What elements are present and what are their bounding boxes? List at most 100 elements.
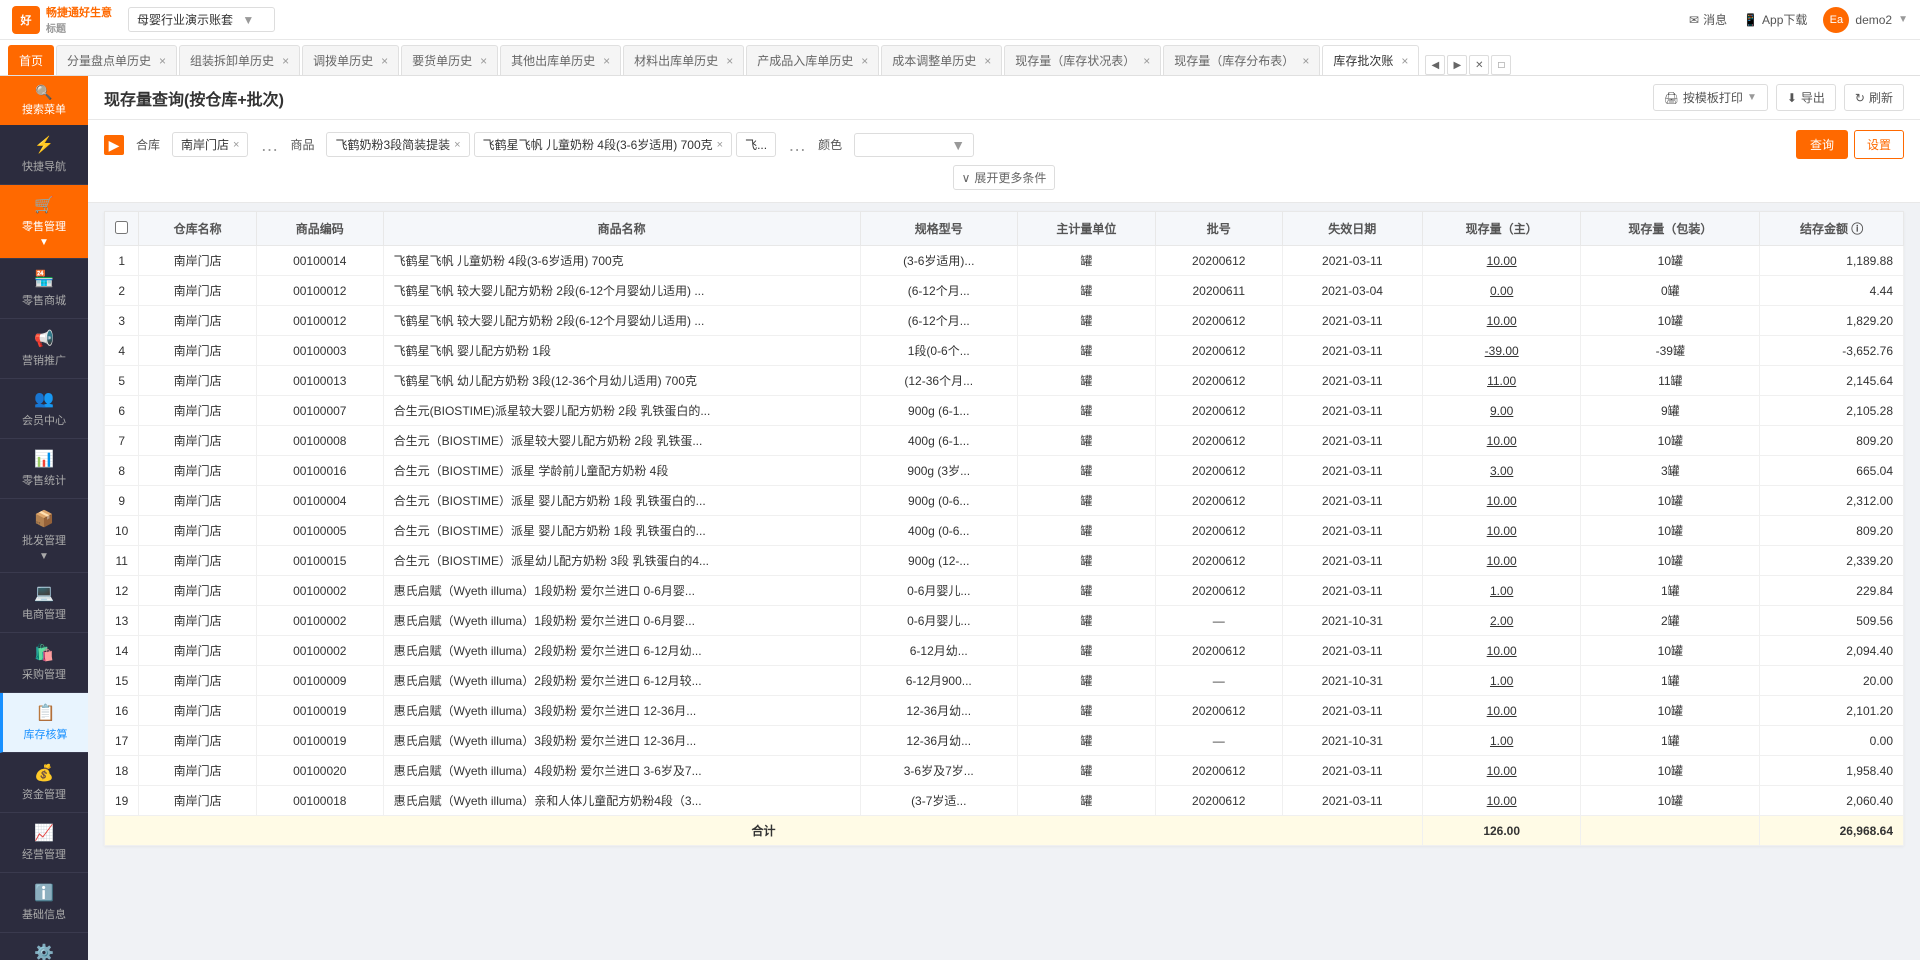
sidebar-item-member[interactable]: 👥 会员中心 xyxy=(0,379,88,439)
message-btn[interactable]: ✉ 消息 xyxy=(1689,11,1727,28)
tab-close6[interactable]: × xyxy=(861,54,868,68)
summary-qty-main: 126.00 xyxy=(1422,816,1580,846)
cell-unit: 罐 xyxy=(1017,456,1155,486)
tab-chanpin[interactable]: 产成品入库单历史 × xyxy=(746,45,879,75)
inventory-icon: 📋 xyxy=(36,703,56,723)
sidebar-item-system[interactable]: ⚙️ 系统管理 xyxy=(0,933,88,960)
sidebar-item-wholesale[interactable]: 📦 批发管理 ▼ xyxy=(0,499,88,573)
product-more[interactable]: … xyxy=(788,136,806,154)
tab-nav-right[interactable]: ▶ xyxy=(1447,55,1467,75)
tab-close2[interactable]: × xyxy=(381,54,388,68)
select-all-checkbox[interactable] xyxy=(115,221,128,234)
product-tag-2[interactable]: 飞鹤星飞帆 儿童奶粉 4段(3-6岁适用) 700克 × xyxy=(474,132,732,157)
user-area[interactable]: Ea demo2 ▼ xyxy=(1823,7,1908,33)
print-btn[interactable]: 🖨 按模板打印 ▼ xyxy=(1653,84,1768,111)
sidebar-item-stats[interactable]: 📊 零售统计 xyxy=(0,439,88,499)
cell-code: 00100019 xyxy=(256,696,383,726)
tab-close9[interactable]: × xyxy=(1302,54,1309,68)
cell-warehouse: 南岸门店 xyxy=(139,486,257,516)
cell-name: 惠氏启赋（Wyeth illuma）3段奶粉 爱尔兰进口 12-36月... xyxy=(383,696,860,726)
cell-qty-main: 0.00 xyxy=(1422,276,1580,306)
cell-name: 飞鹤星飞帆 婴儿配方奶粉 1段 xyxy=(383,336,860,366)
cell-name: 合生元（BIOSTIME）派星 婴儿配方奶粉 1段 乳铁蛋白的... xyxy=(383,516,860,546)
cell-amount: 809.20 xyxy=(1760,516,1904,546)
col-spec: 规格型号 xyxy=(860,212,1017,246)
top-bar-right: ✉ 消息 📱 App下载 Ea demo2 ▼ xyxy=(1689,7,1908,33)
tab-fenpan[interactable]: 分量盘点单历史 × xyxy=(56,45,177,75)
tab-close10[interactable]: × xyxy=(1401,54,1408,68)
filter-expand-btn[interactable]: ▶ xyxy=(104,135,124,155)
cell-expire: 2021-03-11 xyxy=(1282,246,1422,276)
sidebar-item-inventory[interactable]: 📋 库存核算 xyxy=(0,693,88,753)
refresh-btn[interactable]: ↻ 刷新 xyxy=(1844,84,1904,111)
sidebar-item-quick[interactable]: ⚡ 快捷导航 xyxy=(0,125,88,185)
cell-spec: 900g (6-1... xyxy=(860,396,1017,426)
app-download-btn[interactable]: 📱 App下载 xyxy=(1743,11,1807,28)
export-btn[interactable]: ⬇ 导出 xyxy=(1776,84,1836,111)
tab-close5[interactable]: × xyxy=(726,54,733,68)
tab-close3[interactable]: × xyxy=(480,54,487,68)
sidebar-item-finance[interactable]: 💰 资金管理 xyxy=(0,753,88,813)
tab-cailiao[interactable]: 材料出库单历史 × xyxy=(623,45,744,75)
cell-unit: 罐 xyxy=(1017,486,1155,516)
cell-spec: (3-7岁适... xyxy=(860,786,1017,816)
col-code: 商品编码 xyxy=(256,212,383,246)
cell-amount: 2,312.00 xyxy=(1760,486,1904,516)
settings-btn[interactable]: 设置 xyxy=(1854,130,1904,159)
summary-label: 合计 xyxy=(105,816,1423,846)
sidebar-item-marketing[interactable]: 📢 营销推广 xyxy=(0,319,88,379)
tab-maximize[interactable]: □ xyxy=(1491,55,1511,75)
cell-name: 合生元（BIOSTIME）派星 婴儿配方奶粉 1段 乳铁蛋白的... xyxy=(383,486,860,516)
cell-expire: 2021-03-04 xyxy=(1282,276,1422,306)
product-tag-3[interactable]: 飞... xyxy=(736,132,776,157)
warehouse-more[interactable]: … xyxy=(260,136,278,154)
logo-icon: 好 xyxy=(12,6,40,34)
row-index: 5 xyxy=(105,366,139,396)
tab-fenpan-close[interactable]: × xyxy=(159,54,166,68)
tab-close-all[interactable]: ✕ xyxy=(1469,55,1489,75)
product-tag2-close[interactable]: × xyxy=(717,139,723,151)
tab-xiancunl2[interactable]: 现存量（库存分布表） × xyxy=(1163,45,1320,75)
product-tag1-close[interactable]: × xyxy=(454,139,460,151)
sidebar-item-retail[interactable]: 🛒 零售管理 ▼ xyxy=(0,185,88,259)
query-btn[interactable]: 查询 xyxy=(1796,130,1848,159)
tab-chengben[interactable]: 成本调整单历史 × xyxy=(881,45,1002,75)
expand-conditions-btn[interactable]: ∨ 展开更多条件 xyxy=(953,165,1056,190)
industry-selector[interactable]: 母婴行业演示账套 ▼ xyxy=(128,7,275,32)
tab-close[interactable]: × xyxy=(282,54,289,68)
cell-spec: 900g (0-6... xyxy=(860,486,1017,516)
sidebar-item-mall[interactable]: 🏪 零售商城 xyxy=(0,259,88,319)
warehouse-tag-close[interactable]: × xyxy=(233,139,239,151)
sidebar-item-operation[interactable]: 📈 经营管理 xyxy=(0,813,88,873)
tab-close4[interactable]: × xyxy=(603,54,610,68)
sidebar-item-basic[interactable]: ℹ️ 基础信息 xyxy=(0,873,88,933)
warehouse-tag[interactable]: 南岸门店 × xyxy=(172,132,248,157)
sidebar-search[interactable]: 🔍 搜索菜单 xyxy=(0,76,88,125)
sidebar-item-ecom[interactable]: 💻 电商管理 xyxy=(0,573,88,633)
tab-xiancunl1[interactable]: 现存量（库存状况表） × xyxy=(1004,45,1161,75)
tab-diaopo[interactable]: 调拨单历史 × xyxy=(302,45,399,75)
cell-warehouse: 南岸门店 xyxy=(139,546,257,576)
table-row: 17 南岸门店 00100019 惠氏启赋（Wyeth illuma）3段奶粉 … xyxy=(105,726,1904,756)
tab-zuchuan[interactable]: 组装拆卸单历史 × xyxy=(179,45,300,75)
table-container[interactable]: 仓库名称 商品编码 商品名称 规格型号 主计量单位 批号 失效日期 现存量（主）… xyxy=(88,203,1920,960)
cell-qty-pkg: 3罐 xyxy=(1581,456,1760,486)
tab-close8[interactable]: × xyxy=(1143,54,1150,68)
row-index: 4 xyxy=(105,336,139,366)
product-tag-1[interactable]: 飞鹤奶粉3段简装提装 × xyxy=(326,132,469,157)
row-index: 6 xyxy=(105,396,139,426)
col-qty-pkg: 现存量（包装） xyxy=(1581,212,1760,246)
filter-area: ▶ 合库 南岸门店 × … 商品 飞鹤奶粉3段简装提装 × xyxy=(88,120,1920,203)
tab-chuku[interactable]: 其他出库单历史 × xyxy=(500,45,621,75)
cell-batch: 20200612 xyxy=(1155,546,1282,576)
tab-nav-left[interactable]: ◀ xyxy=(1425,55,1445,75)
tab-kucun-active[interactable]: 库存批次账 × xyxy=(1322,45,1419,75)
cell-spec: 12-36月幼... xyxy=(860,696,1017,726)
color-filter-input[interactable]: ▼ xyxy=(854,133,974,157)
tab-home[interactable]: 首页 xyxy=(8,45,54,75)
cell-name: 合生元（BIOSTIME）派星 学龄前儿童配方奶粉 4段 xyxy=(383,456,860,486)
tab-yaohuo[interactable]: 要货单历史 × xyxy=(401,45,498,75)
cell-amount: 509.56 xyxy=(1760,606,1904,636)
tab-close7[interactable]: × xyxy=(984,54,991,68)
sidebar-item-purchase[interactable]: 🛍️ 采购管理 xyxy=(0,633,88,693)
